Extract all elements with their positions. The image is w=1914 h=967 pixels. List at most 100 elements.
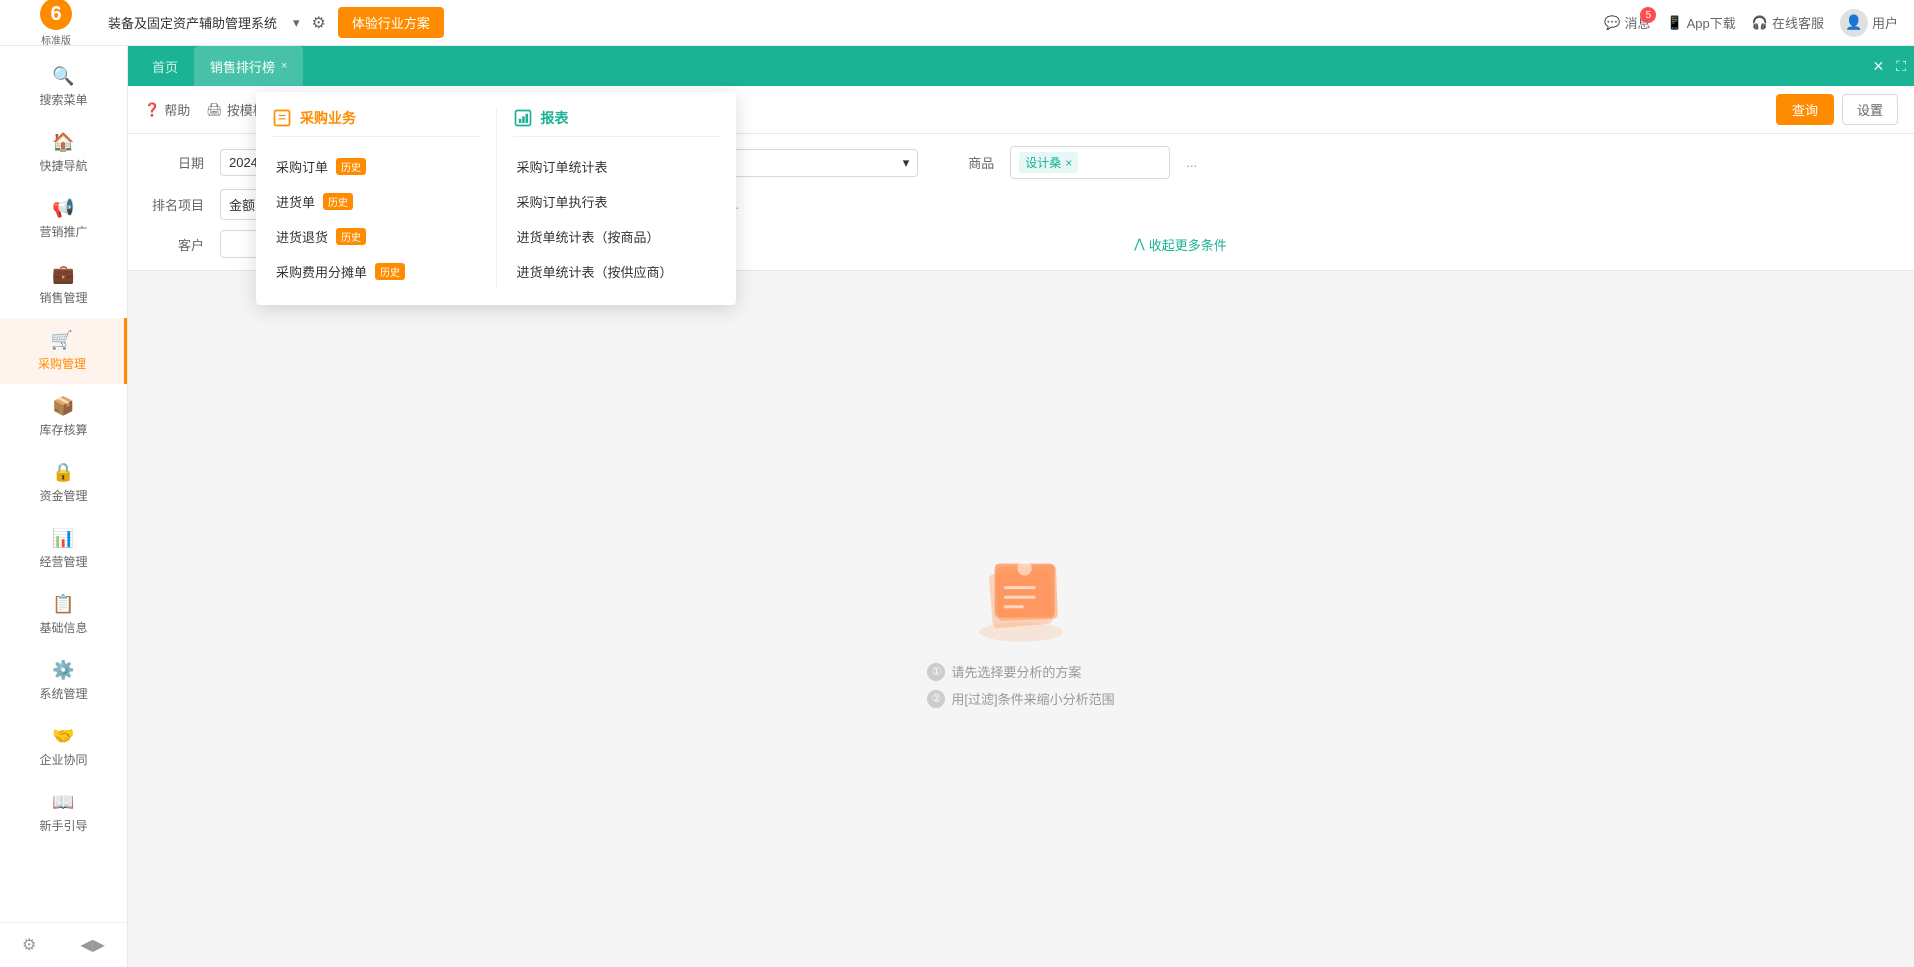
help-btn[interactable]: ❓ 帮助 bbox=[144, 100, 190, 119]
history-badge-3: 历史 bbox=[336, 228, 366, 245]
menu-item-purchase-order-exec-label: 采购订单执行表 bbox=[517, 192, 608, 211]
user-item[interactable]: 👤 用户 bbox=[1840, 9, 1898, 37]
empty-hints: ① 请先选择要分析的方案 ② 用[过滤]条件来缩小分析范围 bbox=[927, 662, 1114, 708]
menu-item-stock-stat-supplier[interactable]: 进货单统计表（按供应商） bbox=[513, 254, 721, 289]
phone-icon: 📱 bbox=[1666, 15, 1682, 31]
report-section-title: 报表 bbox=[513, 108, 721, 137]
collapse-icon: ⋀ bbox=[1134, 236, 1145, 252]
report-section-label: 报表 bbox=[541, 108, 569, 128]
online-service-label: 在线客服 bbox=[1772, 13, 1824, 32]
tab-actions: ✕ ⛶ bbox=[1872, 58, 1906, 75]
tab-sales-ranking-label: 销售排行榜 bbox=[210, 57, 275, 76]
sidebar-item-label-marketing: 营销推广 bbox=[39, 223, 87, 240]
sidebar-item-marketing[interactable]: 📢 营销推广 bbox=[0, 186, 127, 252]
menu-item-stock-stat-goods-label: 进货单统计表（按商品） bbox=[517, 227, 660, 246]
sidebar-item-collab[interactable]: 🤝 企业协同 bbox=[0, 714, 127, 780]
industry-btn[interactable]: 体验行业方案 bbox=[338, 7, 444, 38]
menu-item-purchase-stock-label: 进货单 bbox=[276, 192, 315, 211]
goods-more-btn[interactable]: ... bbox=[1186, 155, 1197, 170]
sidebar-item-inventory[interactable]: 📦 库存核算 bbox=[0, 384, 127, 450]
menu-item-purchase-order-stat[interactable]: 采购订单统计表 bbox=[513, 149, 721, 184]
tab-sales-ranking[interactable]: 销售排行榜 × bbox=[194, 46, 303, 86]
tab-close-action[interactable]: ✕ bbox=[1872, 58, 1884, 75]
purchase-section-icon bbox=[272, 108, 292, 128]
search-icon: 🔍 bbox=[52, 66, 74, 87]
status-select[interactable]: ▾ bbox=[718, 149, 918, 177]
goods-tag: 设计桑 × bbox=[1019, 152, 1078, 173]
history-badge-4: 历史 bbox=[375, 263, 405, 280]
menu-item-purchase-expense[interactable]: 采购费用分摊单 历史 bbox=[272, 254, 480, 289]
goods-tag-label: 设计桑 bbox=[1025, 154, 1061, 171]
sidebar-item-label-system: 系统管理 bbox=[39, 685, 87, 702]
menu-item-purchase-stock[interactable]: 进货单 历史 bbox=[272, 184, 480, 219]
sidebar-item-purchase[interactable]: 🛒 采购管理 bbox=[0, 318, 127, 384]
hint1-num: ① bbox=[927, 663, 945, 681]
sidebar-item-label-basic: 基础信息 bbox=[39, 619, 87, 636]
menu-divider bbox=[496, 108, 497, 289]
sidebar-nav: 🔍 搜索菜单 🏠 快捷导航 📢 营销推广 💼 销售管理 🛒 采购管 bbox=[0, 46, 127, 922]
empty-illustration bbox=[961, 530, 1081, 650]
settings-icon[interactable]: ⚙ bbox=[312, 13, 326, 33]
sidebar-item-guide[interactable]: 📖 新手引导 bbox=[0, 780, 127, 846]
settings-btn[interactable]: 设置 bbox=[1842, 94, 1898, 125]
rank-select-value: 金额 bbox=[229, 195, 255, 214]
tab-close-icon[interactable]: × bbox=[281, 60, 287, 72]
empty-state: ① 请先选择要分析的方案 ② 用[过滤]条件来缩小分析范围 bbox=[128, 271, 1914, 967]
app-download-item[interactable]: 📱 App下载 bbox=[1666, 13, 1735, 32]
hint2-text: 用[过滤]条件来缩小分析范围 bbox=[951, 689, 1114, 708]
menu-item-purchase-return-label: 进货退货 bbox=[276, 227, 328, 246]
menu-item-purchase-return[interactable]: 进货退货 历史 bbox=[272, 219, 480, 254]
menu-item-purchase-order-exec[interactable]: 采购订单执行表 bbox=[513, 184, 721, 219]
sidebar-settings-btn[interactable]: ⚙ bbox=[22, 935, 36, 955]
sidebar-item-label-purchase: 采购管理 bbox=[38, 355, 86, 372]
tab-bar: 首页 销售排行榜 × ✕ ⛶ bbox=[128, 46, 1914, 86]
query-btn[interactable]: 查询 bbox=[1776, 94, 1834, 125]
collapse-btn[interactable]: ⋀ 收起更多条件 bbox=[1134, 235, 1227, 254]
marketing-icon: 📢 bbox=[52, 198, 74, 219]
customer-label: 客户 bbox=[144, 235, 204, 254]
home-icon: 🏠 bbox=[52, 132, 74, 153]
sidebar-item-basic[interactable]: 📋 基础信息 bbox=[0, 582, 127, 648]
help-icon: ❓ bbox=[144, 102, 160, 118]
print-icon: 🖨 bbox=[206, 102, 223, 118]
inventory-icon: 📦 bbox=[52, 396, 74, 417]
tab-home-label: 首页 bbox=[152, 57, 178, 76]
sidebar-item-label-sales: 销售管理 bbox=[39, 289, 87, 306]
logo-text: 标准版 bbox=[41, 32, 71, 47]
main-content: 🔍 搜索菜单 🏠 快捷导航 📢 营销推广 💼 销售管理 🛒 采购管 bbox=[0, 46, 1914, 967]
sidebar-item-system[interactable]: ⚙️ 系统管理 bbox=[0, 648, 127, 714]
user-avatar: 👤 bbox=[1840, 9, 1868, 37]
sidebar-item-search[interactable]: 🔍 搜索菜单 bbox=[0, 54, 127, 120]
system-icon: ⚙️ bbox=[52, 660, 74, 681]
sidebar-item-label-operations: 经营管理 bbox=[39, 553, 87, 570]
basic-icon: 📋 bbox=[52, 594, 74, 615]
sidebar-item-operations[interactable]: 📊 经营管理 bbox=[0, 516, 127, 582]
sidebar-item-finance[interactable]: 🔒 资金管理 bbox=[0, 450, 127, 516]
purchase-icon: 🛒 bbox=[51, 330, 73, 351]
sidebar-item-label-search: 搜索菜单 bbox=[39, 91, 87, 108]
online-service-item[interactable]: 🎧 在线客服 bbox=[1752, 13, 1824, 32]
goods-tag-close[interactable]: × bbox=[1065, 156, 1072, 170]
sidebar: 🔍 搜索菜单 🏠 快捷导航 📢 营销推广 💼 销售管理 🛒 采购管 bbox=[0, 46, 128, 967]
sales-icon: 💼 bbox=[52, 264, 74, 285]
report-section-icon bbox=[513, 108, 533, 128]
tab-maximize-action[interactable]: ⛶ bbox=[1896, 58, 1906, 75]
purchase-business-section: 采购业务 采购订单 历史 进货单 历史 进货退货 历史 bbox=[272, 108, 480, 289]
sidebar-item-quicknav[interactable]: 🏠 快捷导航 bbox=[0, 120, 127, 186]
dropdown-arrow-icon[interactable]: ▾ bbox=[293, 15, 300, 31]
goods-input[interactable]: 设计桑 × bbox=[1010, 146, 1170, 179]
history-badge-2: 历史 bbox=[323, 193, 353, 210]
sidebar-item-label-collab: 企业协同 bbox=[39, 751, 87, 768]
operations-icon: 📊 bbox=[52, 528, 74, 549]
menu-item-purchase-order-label: 采购订单 bbox=[276, 157, 328, 176]
sidebar-item-sales[interactable]: 💼 销售管理 bbox=[0, 252, 127, 318]
tab-home[interactable]: 首页 bbox=[136, 46, 194, 86]
collapse-label: 收起更多条件 bbox=[1149, 235, 1227, 254]
purchase-dropdown-menu: 采购业务 采购订单 历史 进货单 历史 进货退货 历史 bbox=[256, 92, 736, 305]
system-title: 装备及固定资产辅助管理系统 bbox=[108, 13, 277, 32]
menu-item-stock-stat-goods[interactable]: 进货单统计表（按商品） bbox=[513, 219, 721, 254]
menu-item-purchase-order[interactable]: 采购订单 历史 bbox=[272, 149, 480, 184]
notification-item[interactable]: 💬 消息 5 bbox=[1604, 13, 1650, 32]
sidebar-collapse-btn[interactable]: ◀▶ bbox=[80, 935, 105, 955]
menu-item-stock-stat-supplier-label: 进货单统计表（按供应商） bbox=[517, 262, 673, 281]
